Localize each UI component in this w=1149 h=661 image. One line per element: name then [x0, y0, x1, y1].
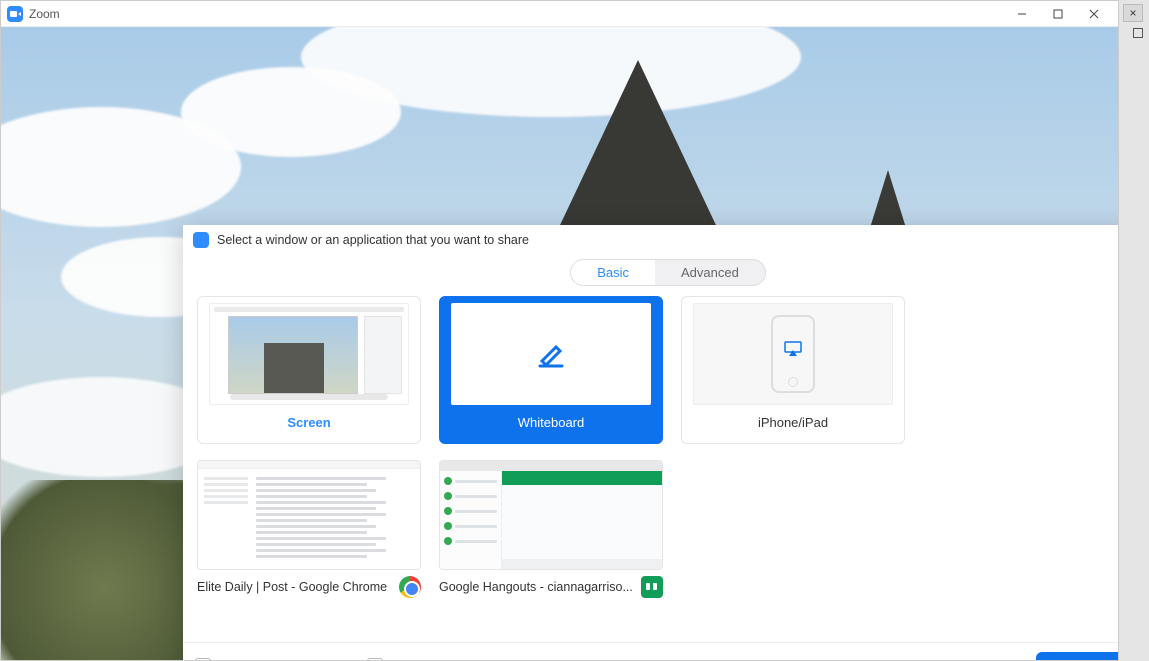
iphone-thumbnail [693, 303, 893, 405]
dialog-title: Select a window or an application that y… [217, 233, 529, 247]
hangouts-icon [641, 576, 663, 598]
titlebar: Zoom [1, 1, 1118, 27]
video-background: Select a window or an application that y… [1, 27, 1118, 660]
tab-advanced[interactable]: Advanced [655, 260, 765, 285]
share-sound-label: Share computer sound [217, 658, 349, 660]
tab-basic[interactable]: Basic [571, 260, 655, 285]
background-window-hint: × [1119, 0, 1149, 50]
tab-row: Basic Advanced [183, 255, 1118, 296]
airplay-icon [784, 341, 802, 362]
bg-restore-icon [1133, 28, 1143, 38]
screen-thumbnail [209, 303, 409, 405]
chrome-window-thumbnail [197, 460, 421, 570]
share-screen-dialog: Select a window or an application that y… [183, 225, 1118, 660]
share-button[interactable]: Share [1036, 652, 1118, 661]
phone-icon [771, 315, 815, 393]
zoom-main-window: Zoom Select a window or an application t… [0, 0, 1119, 661]
share-sound-checkbox[interactable]: Share computer sound [195, 658, 349, 661]
dialog-footer: Share computer sound Optimize Screen Sha… [183, 642, 1118, 660]
share-option-whiteboard[interactable]: Whiteboard [439, 296, 663, 444]
zoom-app-icon [7, 6, 23, 22]
maximize-button[interactable] [1040, 2, 1076, 26]
share-options-grid: Screen Whiteboard [197, 296, 1118, 600]
share-window-chrome[interactable]: Elite Daily | Post - Google Chrome [197, 460, 421, 600]
dialog-header: Select a window or an application that y… [183, 225, 1118, 255]
hangouts-window-label: Google Hangouts - ciannagarriso... [439, 580, 635, 594]
minimize-button[interactable] [1004, 2, 1040, 26]
whiteboard-thumbnail [451, 303, 651, 405]
share-option-iphone-ipad[interactable]: iPhone/iPad [681, 296, 905, 444]
chrome-icon [399, 576, 421, 598]
whiteboard-label: Whiteboard [518, 415, 584, 430]
share-option-screen[interactable]: Screen [197, 296, 421, 444]
optimize-video-checkbox[interactable]: Optimize Screen Sharing for Video Clip [367, 658, 615, 661]
close-button[interactable] [1076, 2, 1112, 26]
iphone-label: iPhone/iPad [758, 415, 828, 430]
share-window-hangouts[interactable]: Google Hangouts - ciannagarriso... [439, 460, 663, 600]
checkbox-icon [367, 658, 383, 661]
screen-label: Screen [287, 415, 330, 430]
bg-close-button[interactable]: × [1123, 4, 1143, 22]
checkbox-icon [195, 658, 211, 661]
hangouts-window-thumbnail [439, 460, 663, 570]
zoom-app-icon [193, 232, 209, 248]
chrome-window-label: Elite Daily | Post - Google Chrome [197, 580, 393, 594]
tab-segmented-control: Basic Advanced [570, 259, 766, 286]
window-title: Zoom [29, 7, 60, 21]
pencil-icon [534, 335, 568, 374]
optimize-video-label: Optimize Screen Sharing for Video Clip [389, 658, 615, 660]
